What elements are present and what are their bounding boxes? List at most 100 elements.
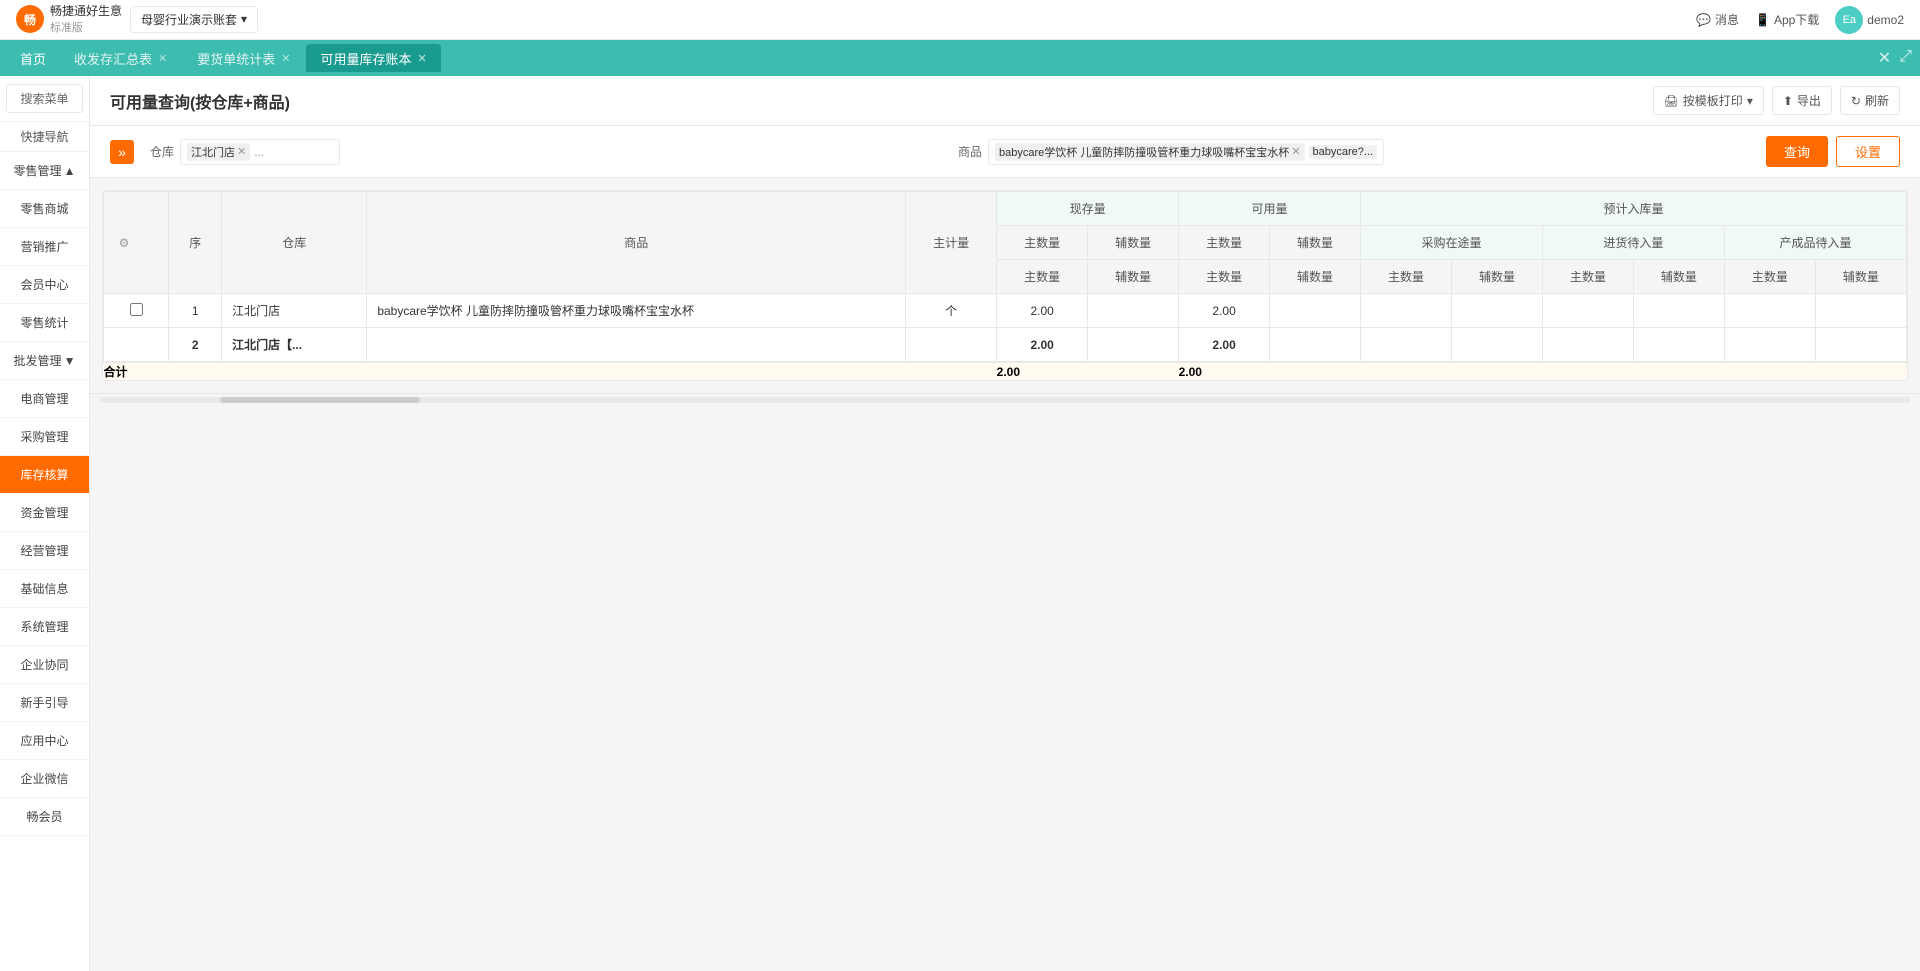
sidebar-label-ecommerce: 电商管理	[20, 390, 68, 407]
filter-expand-button[interactable]: »	[110, 140, 134, 164]
sidebar-item-wholesale[interactable]: 批发管理 ▼	[0, 342, 89, 380]
logo-sub: 标准版	[50, 19, 122, 35]
sidebar-item-enterprise[interactable]: 企业协同	[0, 646, 89, 684]
sidebar-item-finance[interactable]: 资金管理	[0, 494, 89, 532]
sidebar-item-quick-nav[interactable]: 快捷导航	[0, 122, 89, 152]
footer-production-aux	[1815, 362, 1906, 380]
col-header-stock-group: 现存量	[997, 192, 1179, 226]
nav-expand-btn[interactable]: ⤢	[1899, 48, 1912, 68]
product-tag-container[interactable]: babycare学饮杯 儿童防摔防撞吸管杯重力球吸嘴杯宝宝水杯 ✕ babyca…	[988, 139, 1384, 165]
product-tag-2-label: babycare?...	[1313, 146, 1374, 158]
sidebar-item-basic[interactable]: 基础信息	[0, 570, 89, 608]
export-button[interactable]: ⬆ 导出	[1772, 86, 1832, 115]
col-header-available-aux: 辅数量	[1270, 226, 1361, 260]
page-title: 可用量查询(按仓库+商品)	[110, 89, 290, 113]
product-tag-1: babycare学饮杯 儿童防摔防撞吸管杯重力球吸嘴杯宝宝水杯 ✕	[995, 143, 1305, 161]
row1-production-aux	[1815, 294, 1906, 328]
sidebar-item-marketing[interactable]: 营销推广	[0, 228, 89, 266]
tab-3[interactable]: 可用量库存账本 ✕	[306, 44, 440, 72]
filter-group-warehouse: 仓库 江北门店 ✕ ...	[150, 139, 942, 165]
company-selector[interactable]: 母婴行业演示账套 ▾	[130, 6, 258, 33]
col-header-gear[interactable]: ⚙	[104, 192, 169, 294]
tab-1-label: 收发存汇总表	[74, 49, 152, 68]
row1-checkbox-input[interactable]	[130, 303, 143, 316]
sidebar-item-system[interactable]: 系统管理	[0, 608, 89, 646]
filter-area: » 仓库 江北门店 ✕ ... 商品 babycare	[90, 126, 1920, 178]
sidebar-item-inventory[interactable]: 库存核算	[0, 456, 89, 494]
filter-group-product: 商品 babycare学饮杯 儿童防摔防撞吸管杯重力球吸嘴杯宝宝水杯 ✕ bab…	[958, 139, 1750, 165]
footer-row: 合计 2.00 2.00	[104, 362, 1907, 380]
row1-no: 1	[169, 294, 222, 328]
tab-3-label: 可用量库存账本	[320, 49, 411, 68]
tab-2-label: 要货单统计表	[197, 49, 275, 68]
tab-1[interactable]: 收发存汇总表 ✕	[60, 44, 181, 72]
message-action[interactable]: 💬 消息	[1696, 11, 1739, 28]
app-download-label: App下载	[1774, 11, 1819, 28]
query-button[interactable]: 查询	[1766, 136, 1828, 167]
sidebar-item-retail-mall[interactable]: 零售商城	[0, 190, 89, 228]
logo-text-block: 畅捷通好生意 标准版	[50, 4, 122, 34]
sidebar-label-finance: 资金管理	[20, 504, 68, 521]
row1-checkbox[interactable]	[104, 294, 169, 328]
warehouse-filter-more-icon[interactable]: ...	[254, 145, 264, 159]
footer-incoming-aux	[1633, 362, 1724, 380]
row2-checkbox[interactable]	[104, 328, 169, 363]
row2-production-aux	[1815, 328, 1906, 363]
sidebar-item-weixin[interactable]: 企业微信	[0, 760, 89, 798]
search-menu-button[interactable]: 搜索菜单	[6, 84, 83, 113]
content-area: 可用量查询(按仓库+商品) 🖨 按模板打印 ▾ ⬆ 导出 ↻ 刷新	[90, 76, 1920, 971]
row1-warehouse: 江北门店	[222, 294, 367, 328]
export-label: 导出	[1797, 92, 1821, 109]
sidebar-item-member[interactable]: 会员中心	[0, 266, 89, 304]
sidebar-label-enterprise: 企业协同	[20, 656, 68, 673]
row1-product: babycare学饮杯 儿童防摔防撞吸管杯重力球吸嘴杯宝宝水杯	[367, 294, 906, 328]
col-header-available-group: 可用量	[1179, 192, 1361, 226]
export-icon: ⬆	[1783, 94, 1793, 108]
settings-button[interactable]: 设置	[1836, 136, 1900, 167]
footer-available-aux	[1270, 362, 1361, 380]
col-header-forecast-group: 预计入库量	[1361, 192, 1907, 226]
sidebar-label-basic: 基础信息	[20, 580, 68, 597]
sidebar-item-operation[interactable]: 经营管理	[0, 532, 89, 570]
sidebar-label-purchase: 采购管理	[20, 428, 68, 445]
tab-2-close-icon[interactable]: ✕	[281, 52, 290, 65]
col-header-incoming-main: 主数量	[1542, 260, 1633, 294]
row2-incoming-main	[1542, 328, 1633, 363]
gear-icon[interactable]: ⚙	[114, 233, 134, 253]
col-header-stock-main: 主数量	[997, 226, 1088, 260]
sidebar-item-ecommerce[interactable]: 电商管理	[0, 380, 89, 418]
sidebar-item-zero-retail[interactable]: 零售管理 ▲	[0, 152, 89, 190]
col-header-incoming-group: 进货待入量	[1542, 226, 1724, 260]
tab-2[interactable]: 要货单统计表 ✕	[183, 44, 304, 72]
sidebar-item-member2[interactable]: 畅会员	[0, 798, 89, 836]
page-header: 可用量查询(按仓库+商品) 🖨 按模板打印 ▾ ⬆ 导出 ↻ 刷新	[90, 76, 1920, 126]
warehouse-tag-close-icon[interactable]: ✕	[237, 145, 246, 158]
tab-home[interactable]: 首页	[8, 49, 58, 68]
tab-1-close-icon[interactable]: ✕	[158, 52, 167, 65]
col-header-stock-aux-2: 辅数量	[1088, 260, 1179, 294]
company-name: 母婴行业演示账套	[141, 11, 237, 28]
sidebar-label-member: 会员中心	[20, 276, 68, 293]
sidebar-item-purchase[interactable]: 采购管理	[0, 418, 89, 456]
print-button[interactable]: 🖨 按模板打印 ▾	[1653, 86, 1764, 115]
scroll-track[interactable]	[100, 397, 1910, 403]
username: demo2	[1867, 13, 1904, 27]
product-tag-1-close-icon[interactable]: ✕	[1291, 145, 1300, 158]
sidebar-item-retail-stats[interactable]: 零售统计	[0, 304, 89, 342]
footer-available-main: 2.00	[1179, 362, 1270, 380]
user-action[interactable]: Ea demo2	[1835, 6, 1904, 34]
warehouse-tag-container[interactable]: 江北门店 ✕ ...	[180, 139, 340, 165]
sidebar-label-newguide: 新手引导	[20, 694, 68, 711]
sidebar-item-appcenter[interactable]: 应用中心	[0, 722, 89, 760]
tab-3-close-icon[interactable]: ✕	[418, 52, 427, 65]
message-label: 消息	[1715, 11, 1739, 28]
scroll-thumb[interactable]	[220, 397, 420, 403]
row2-main-unit	[906, 328, 997, 363]
nav-close-btn[interactable]: ✕	[1878, 48, 1891, 68]
scroll-bar-area	[90, 393, 1920, 405]
sidebar-item-newguide[interactable]: 新手引导	[0, 684, 89, 722]
refresh-icon: ↻	[1851, 94, 1861, 108]
refresh-button[interactable]: ↻ 刷新	[1840, 86, 1900, 115]
row2-incoming-aux	[1633, 328, 1724, 363]
app-download-action[interactable]: 📱 App下载	[1755, 11, 1819, 28]
